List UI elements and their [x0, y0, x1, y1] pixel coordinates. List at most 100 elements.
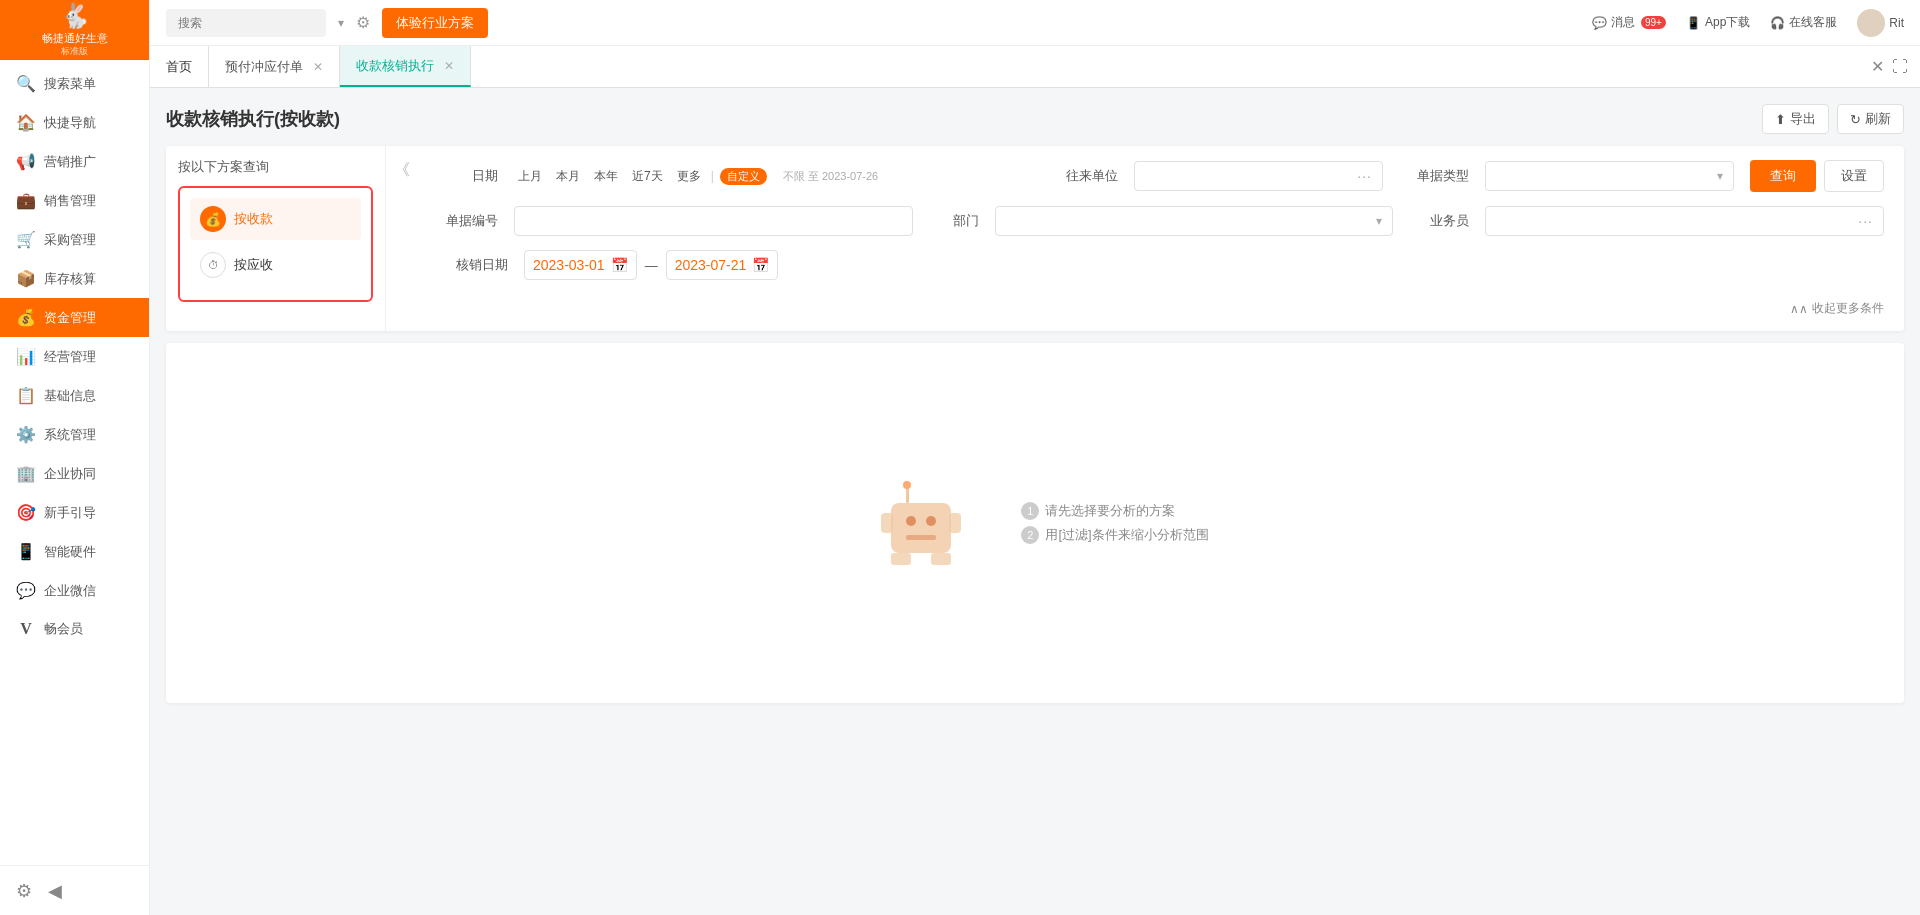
- app-logo: 🐇 畅捷通好生意 标准版: [0, 0, 149, 60]
- filter-row-3: 核销日期 2023-03-01 📅 — 2023-07-21 📅: [438, 250, 1884, 280]
- user-area[interactable]: Rit: [1857, 9, 1904, 37]
- app-download-btn[interactable]: 📱 App下载: [1686, 14, 1750, 31]
- calendar-end-icon: 📅: [752, 257, 769, 273]
- sidebar-item-label: 销售管理: [44, 192, 96, 210]
- date-btn-7days[interactable]: 近7天: [628, 166, 667, 187]
- basic-info-icon: 📋: [16, 386, 36, 405]
- settings-icon[interactable]: ⚙: [16, 880, 32, 902]
- sidebar-item-vip[interactable]: V 畅会员: [0, 610, 149, 648]
- department-input-wrap: ▾: [995, 206, 1394, 236]
- collapse-more-btn[interactable]: ∧∧ 收起更多条件: [438, 294, 1884, 317]
- topbar-chevron-icon[interactable]: ▾: [338, 16, 344, 30]
- wechat-icon: 💬: [16, 581, 36, 600]
- sidebar-item-label: 基础信息: [44, 387, 96, 405]
- main-content: ▾ ⚙ 体验行业方案 💬 消息 99+ 📱 App下载 🎧 在线客服 Rit: [150, 0, 1920, 915]
- filter-by-receipt[interactable]: 💰 按收款: [190, 198, 361, 240]
- date-btn-this-month[interactable]: 本月: [552, 166, 584, 187]
- tabs-spacer: [471, 46, 1859, 87]
- bill-no-input[interactable]: [514, 206, 913, 236]
- vip-icon: V: [16, 620, 36, 638]
- refresh-label: 刷新: [1865, 110, 1891, 128]
- export-icon: ⬆: [1775, 112, 1786, 127]
- app-download-label: App下载: [1705, 14, 1750, 31]
- sidebar-item-label: 资金管理: [44, 309, 96, 327]
- verify-date-end[interactable]: 2023-07-21 📅: [666, 250, 779, 280]
- purchase-icon: 🛒: [16, 230, 36, 249]
- counterparty-label: 往来单位: [1048, 167, 1118, 185]
- sidebar-item-sys-mgmt[interactable]: ⚙️ 系统管理: [0, 415, 149, 454]
- date-custom-badge[interactable]: 自定义: [720, 168, 767, 185]
- sidebar-item-label: 畅会员: [44, 620, 83, 638]
- tab-receipt-offset[interactable]: 收款核销执行 ✕: [340, 46, 471, 87]
- online-service-icon: 🎧: [1770, 16, 1785, 30]
- topbar-gear-icon[interactable]: ⚙: [356, 13, 370, 32]
- date-btn-last-month[interactable]: 上月: [514, 166, 546, 187]
- department-select[interactable]: ▾: [995, 206, 1394, 236]
- sidebar-item-purchase[interactable]: 🛒 采购管理: [0, 220, 149, 259]
- sidebar-item-guide[interactable]: 🎯 新手引导: [0, 493, 149, 532]
- by-receivable-icon: ⏱: [200, 252, 226, 278]
- verify-date-start[interactable]: 2023-03-01 📅: [524, 250, 637, 280]
- tab-close-all-icon[interactable]: ✕: [1871, 57, 1884, 76]
- topbar-right: 💬 消息 99+ 📱 App下载 🎧 在线客服 Rit: [1592, 9, 1904, 37]
- tab-actions: ✕ ⛶: [1859, 46, 1920, 87]
- refresh-btn[interactable]: ↻ 刷新: [1837, 104, 1904, 134]
- sidebar-item-sales[interactable]: 💼 销售管理: [0, 181, 149, 220]
- counterparty-select[interactable]: ···: [1134, 161, 1383, 191]
- message-btn[interactable]: 💬 消息 99+: [1592, 14, 1666, 31]
- tab-home[interactable]: 首页: [150, 46, 209, 87]
- collapse-more-icon: ∧∧: [1790, 302, 1808, 316]
- date-btn-more[interactable]: 更多: [673, 166, 705, 187]
- svg-rect-2: [949, 513, 961, 533]
- sidebar-item-search-menu[interactable]: 🔍 搜索菜单: [0, 64, 149, 103]
- sidebar-item-label: 搜索菜单: [44, 75, 96, 93]
- inventory-icon: 📦: [16, 269, 36, 288]
- bill-type-select[interactable]: ▾: [1485, 161, 1734, 191]
- page-title: 收款核销执行(按收款): [166, 107, 340, 131]
- sidebar-item-inventory[interactable]: 📦 库存核算: [0, 259, 149, 298]
- sidebar-item-marketing[interactable]: 📢 营销推广: [0, 142, 149, 181]
- marketing-icon: 📢: [16, 152, 36, 171]
- empty-state-icon: [861, 473, 981, 573]
- query-btn[interactable]: 查询: [1750, 160, 1816, 192]
- sidebar-item-label: 新手引导: [44, 504, 96, 522]
- topbar-search-input[interactable]: [166, 9, 326, 37]
- verify-date-range: 2023-03-01 📅 — 2023-07-21 📅: [524, 250, 778, 280]
- quick-nav-icon: 🏠: [16, 113, 36, 132]
- sidebar-item-wechat[interactable]: 💬 企业微信: [0, 571, 149, 610]
- collapse-icon: 《: [394, 160, 410, 181]
- empty-tip-2-text: 用[过滤]条件来缩小分析范围: [1045, 526, 1208, 544]
- filter-collapse-toggle[interactable]: 《: [386, 146, 418, 331]
- sidebar-item-enterprise[interactable]: 🏢 企业协同: [0, 454, 149, 493]
- sidebar-item-basic-info[interactable]: 📋 基础信息: [0, 376, 149, 415]
- sidebar-item-label: 采购管理: [44, 231, 96, 249]
- empty-tip-1-text: 请先选择要分析的方案: [1045, 502, 1175, 520]
- filter-row-1: 日期 上月 本月 本年 近7天 更多 | 自定义 不限 至 2023-07-26…: [438, 160, 1884, 192]
- sidebar-item-operations[interactable]: 📊 经营管理: [0, 337, 149, 376]
- setting-btn[interactable]: 设置: [1824, 160, 1884, 192]
- filter-by-receivable[interactable]: ⏱ 按应收: [190, 244, 361, 286]
- sidebar-item-label: 企业微信: [44, 582, 96, 600]
- tab-prepay-offset[interactable]: 预付冲应付单 ✕: [209, 46, 340, 87]
- tab-receipt-close-icon[interactable]: ✕: [444, 60, 454, 72]
- search-menu-icon: 🔍: [16, 74, 36, 93]
- collapse-sidebar-icon[interactable]: ◀: [48, 880, 62, 902]
- tab-prepay-close-icon[interactable]: ✕: [313, 61, 323, 73]
- online-service-btn[interactable]: 🎧 在线客服: [1770, 14, 1837, 31]
- tip-num-1: 1: [1021, 502, 1039, 520]
- sidebar-item-capital[interactable]: 💰 资金管理: [0, 298, 149, 337]
- tab-expand-icon[interactable]: ⛶: [1892, 58, 1908, 76]
- date-btn-this-year[interactable]: 本年: [590, 166, 622, 187]
- export-btn[interactable]: ⬆ 导出: [1762, 104, 1829, 134]
- empty-tips: 1 请先选择要分析的方案 2 用[过滤]条件来缩小分析范围: [1021, 502, 1208, 544]
- date-sep: |: [711, 169, 714, 183]
- by-receipt-icon: 💰: [200, 206, 226, 232]
- industry-btn[interactable]: 体验行业方案: [382, 8, 488, 38]
- empty-tip-1: 1 请先选择要分析的方案: [1021, 502, 1208, 520]
- export-label: 导出: [1790, 110, 1816, 128]
- salesperson-select[interactable]: ···: [1485, 206, 1884, 236]
- by-receipt-label: 按收款: [234, 210, 273, 228]
- tip-num-2: 2: [1021, 526, 1039, 544]
- sidebar-item-quick-nav[interactable]: 🏠 快捷导航: [0, 103, 149, 142]
- sidebar-item-smart-hw[interactable]: 📱 智能硬件: [0, 532, 149, 571]
